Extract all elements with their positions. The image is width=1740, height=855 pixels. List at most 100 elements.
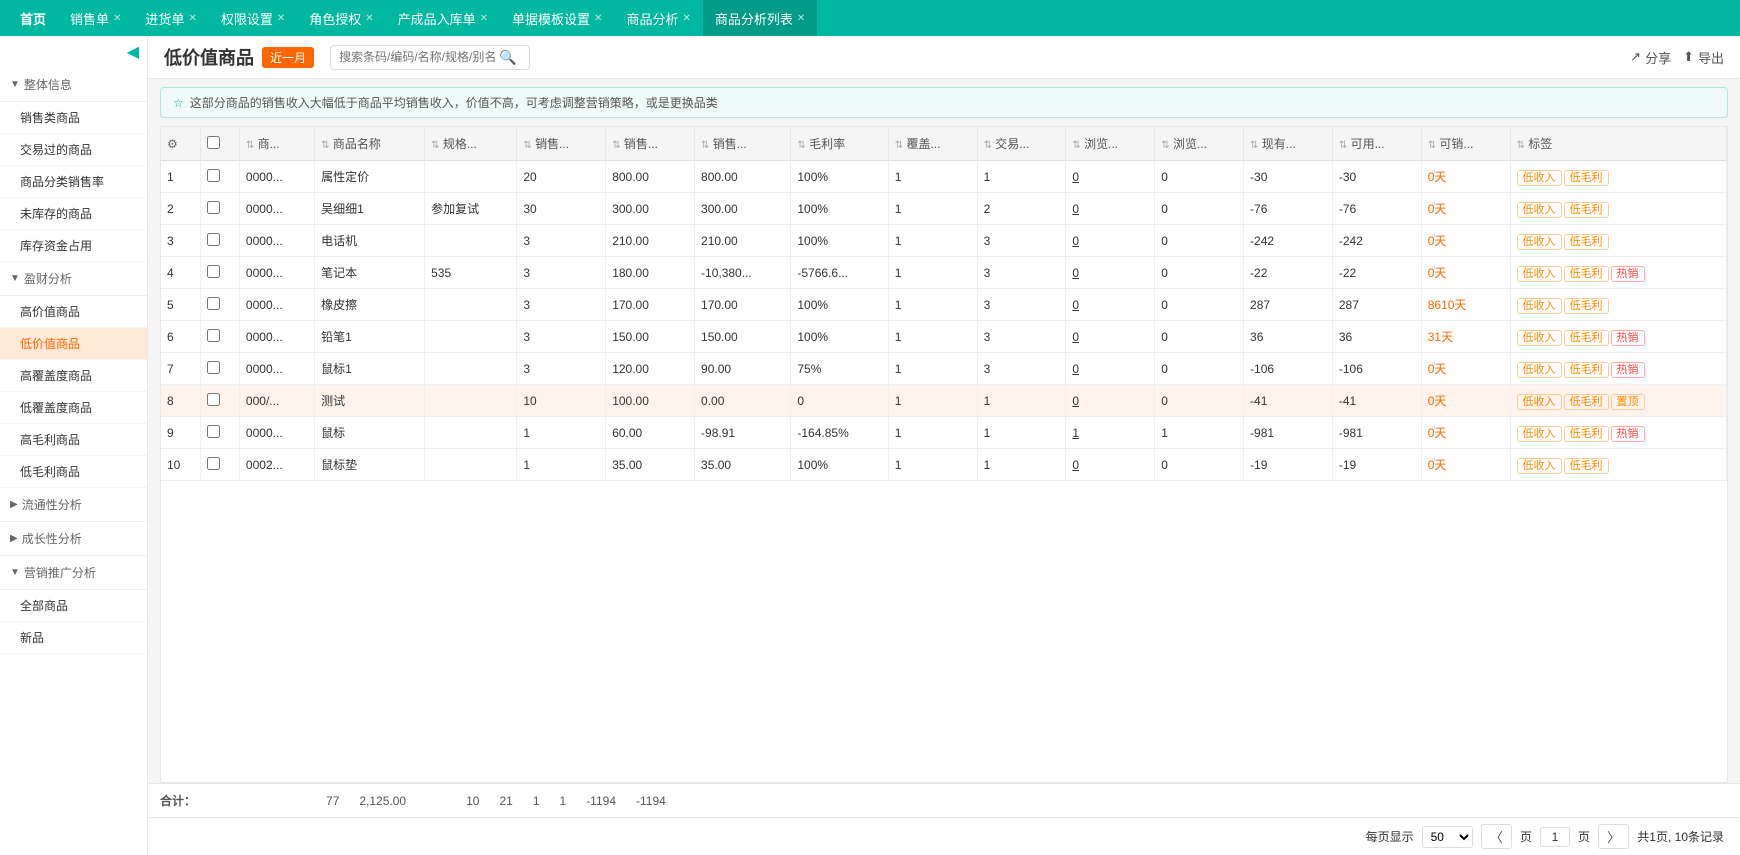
sidebar-collapse-btn[interactable]: ◀ (0, 36, 147, 68)
row-checkbox[interactable] (200, 289, 239, 321)
next-page-btn[interactable]: 〉 (1598, 824, 1629, 849)
search-input[interactable] (339, 50, 499, 64)
close-icon[interactable]: ✕ (594, 13, 602, 24)
row-checkbox[interactable] (200, 257, 239, 289)
row-select-checkbox[interactable] (207, 361, 220, 374)
views1-link[interactable]: 1 (1072, 426, 1079, 440)
nav-item-商品分析[interactable]: 商品分析✕ (614, 0, 702, 36)
sidebar-item-未库存的商品[interactable]: 未库存的商品 (0, 198, 147, 230)
col-header-available[interactable]: ⇅ 可用... (1332, 127, 1421, 161)
sidebar-section-2[interactable]: ▶ 流通性分析 (0, 488, 147, 522)
search-icon[interactable]: 🔍 (499, 49, 516, 66)
row-views1: 0 (1066, 161, 1155, 193)
export-btn[interactable]: ⬆ 导出 (1683, 48, 1724, 67)
row-select-checkbox[interactable] (207, 265, 220, 278)
sidebar-item-低价值商品[interactable]: 低价值商品 (0, 328, 147, 360)
row-select-checkbox[interactable] (207, 425, 220, 438)
views1-link[interactable]: 0 (1072, 330, 1079, 344)
row-select-checkbox[interactable] (207, 393, 220, 406)
row-select-checkbox[interactable] (207, 329, 220, 342)
sidebar-item-全部商品[interactable]: 全部商品 (0, 590, 147, 622)
row-checkbox[interactable] (200, 449, 239, 481)
close-icon[interactable]: ✕ (480, 13, 488, 24)
col-header-tag[interactable]: ⇅ 标签 (1510, 127, 1726, 161)
col-header-sales_amount[interactable]: ⇅ 销售... (695, 127, 791, 161)
views1-link[interactable]: 0 (1072, 234, 1079, 248)
filter-tag-btn[interactable]: 近一月 (262, 47, 314, 68)
close-icon[interactable]: ✕ (365, 13, 373, 24)
views1-link[interactable]: 0 (1072, 458, 1079, 472)
sidebar-item-库存资金占用[interactable]: 库存资金占用 (0, 230, 147, 262)
views1-link[interactable]: 0 (1072, 202, 1079, 216)
sidebar-item-高毛利商品[interactable]: 高毛利商品 (0, 424, 147, 456)
sidebar-item-交易过的商品[interactable]: 交易过的商品 (0, 134, 147, 166)
col-header-views1[interactable]: ⇅ 浏览... (1066, 127, 1155, 161)
nav-item-单据模板设置[interactable]: 单据模板设置✕ (500, 0, 614, 36)
row-views1: 0 (1066, 225, 1155, 257)
col-header-code[interactable]: ⇅ 商... (239, 127, 314, 161)
settings-icon[interactable]: ⚙ (167, 137, 178, 151)
row-checkbox[interactable] (200, 193, 239, 225)
nav-item-商品分析列表[interactable]: 商品分析列表✕ (703, 0, 817, 36)
nav-item-首页[interactable]: 首页 (8, 0, 58, 36)
row-checkbox[interactable] (200, 321, 239, 353)
row-checkbox[interactable] (200, 353, 239, 385)
nav-item-产成品入库单[interactable]: 产成品入库单✕ (386, 0, 500, 36)
per-page-select[interactable]: 50 100 200 (1422, 826, 1473, 848)
sidebar-item-新品[interactable]: 新品 (0, 622, 147, 654)
col-header-gross_margin[interactable]: ⇅ 毛利率 (791, 127, 888, 161)
close-icon[interactable]: ✕ (277, 13, 285, 24)
col-header-name[interactable]: ⇅ 商品名称 (315, 127, 425, 161)
prev-page-btn[interactable]: 〈 (1481, 824, 1512, 849)
col-header-checkbox[interactable] (200, 127, 239, 161)
col-header-spec[interactable]: ⇅ 规格... (425, 127, 517, 161)
nav-item-销售单[interactable]: 销售单✕ (58, 0, 133, 36)
row-available: -76 (1332, 193, 1421, 225)
row-select-checkbox[interactable] (207, 457, 220, 470)
row-checkbox[interactable] (200, 225, 239, 257)
sidebar-item-高覆盖度商品[interactable]: 高覆盖度商品 (0, 360, 147, 392)
row-select-checkbox[interactable] (207, 297, 220, 310)
views1-link[interactable]: 0 (1072, 394, 1079, 408)
col-header-settings[interactable]: ⚙ (161, 127, 200, 161)
col-header-saleable[interactable]: ⇅ 可销... (1421, 127, 1510, 161)
row-checkbox[interactable] (200, 417, 239, 449)
col-header-current_stock[interactable]: ⇅ 现有... (1244, 127, 1333, 161)
row-coverage: 1 (888, 193, 977, 225)
sidebar-section-1[interactable]: ▼ 盈财分析 (0, 262, 147, 296)
nav-item-权限设置[interactable]: 权限设置✕ (209, 0, 297, 36)
row-select-checkbox[interactable] (207, 201, 220, 214)
views1-link[interactable]: 0 (1072, 298, 1079, 312)
close-icon[interactable]: ✕ (797, 13, 805, 24)
section-arrow-icon: ▼ (10, 567, 20, 578)
row-views2: 0 (1155, 385, 1244, 417)
sidebar-item-高价值商品[interactable]: 高价值商品 (0, 296, 147, 328)
row-checkbox[interactable] (200, 161, 239, 193)
views1-link[interactable]: 0 (1072, 362, 1079, 376)
nav-item-进货单[interactable]: 进货单✕ (133, 0, 208, 36)
close-icon[interactable]: ✕ (113, 13, 121, 24)
views1-link[interactable]: 0 (1072, 266, 1079, 280)
sidebar-item-商品分类销售率[interactable]: 商品分类销售率 (0, 166, 147, 198)
sidebar-item-销售类商品[interactable]: 销售类商品 (0, 102, 147, 134)
share-btn[interactable]: ↗ 分享 (1630, 48, 1671, 67)
select-all-checkbox[interactable] (207, 136, 220, 149)
views1-link[interactable]: 0 (1072, 170, 1079, 184)
row-select-checkbox[interactable] (207, 169, 220, 182)
col-header-sales_price[interactable]: ⇅ 销售... (606, 127, 695, 161)
close-icon[interactable]: ✕ (188, 13, 196, 24)
current-page: 1 (1540, 827, 1570, 847)
sidebar-item-低覆盖度商品[interactable]: 低覆盖度商品 (0, 392, 147, 424)
col-header-transactions[interactable]: ⇅ 交易... (977, 127, 1066, 161)
col-header-views2[interactable]: ⇅ 浏览... (1155, 127, 1244, 161)
sidebar-section-0[interactable]: ▼ 整体信息 (0, 68, 147, 102)
sidebar-section-4[interactable]: ▼ 营销推广分析 (0, 556, 147, 590)
col-header-sales_qty[interactable]: ⇅ 销售... (517, 127, 606, 161)
nav-item-角色授权[interactable]: 角色授权✕ (297, 0, 385, 36)
row-checkbox[interactable] (200, 385, 239, 417)
row-select-checkbox[interactable] (207, 233, 220, 246)
close-icon[interactable]: ✕ (682, 13, 690, 24)
col-header-coverage[interactable]: ⇅ 覆盖... (888, 127, 977, 161)
sidebar-item-低毛利商品[interactable]: 低毛利商品 (0, 456, 147, 488)
sidebar-section-3[interactable]: ▶ 成长性分析 (0, 522, 147, 556)
